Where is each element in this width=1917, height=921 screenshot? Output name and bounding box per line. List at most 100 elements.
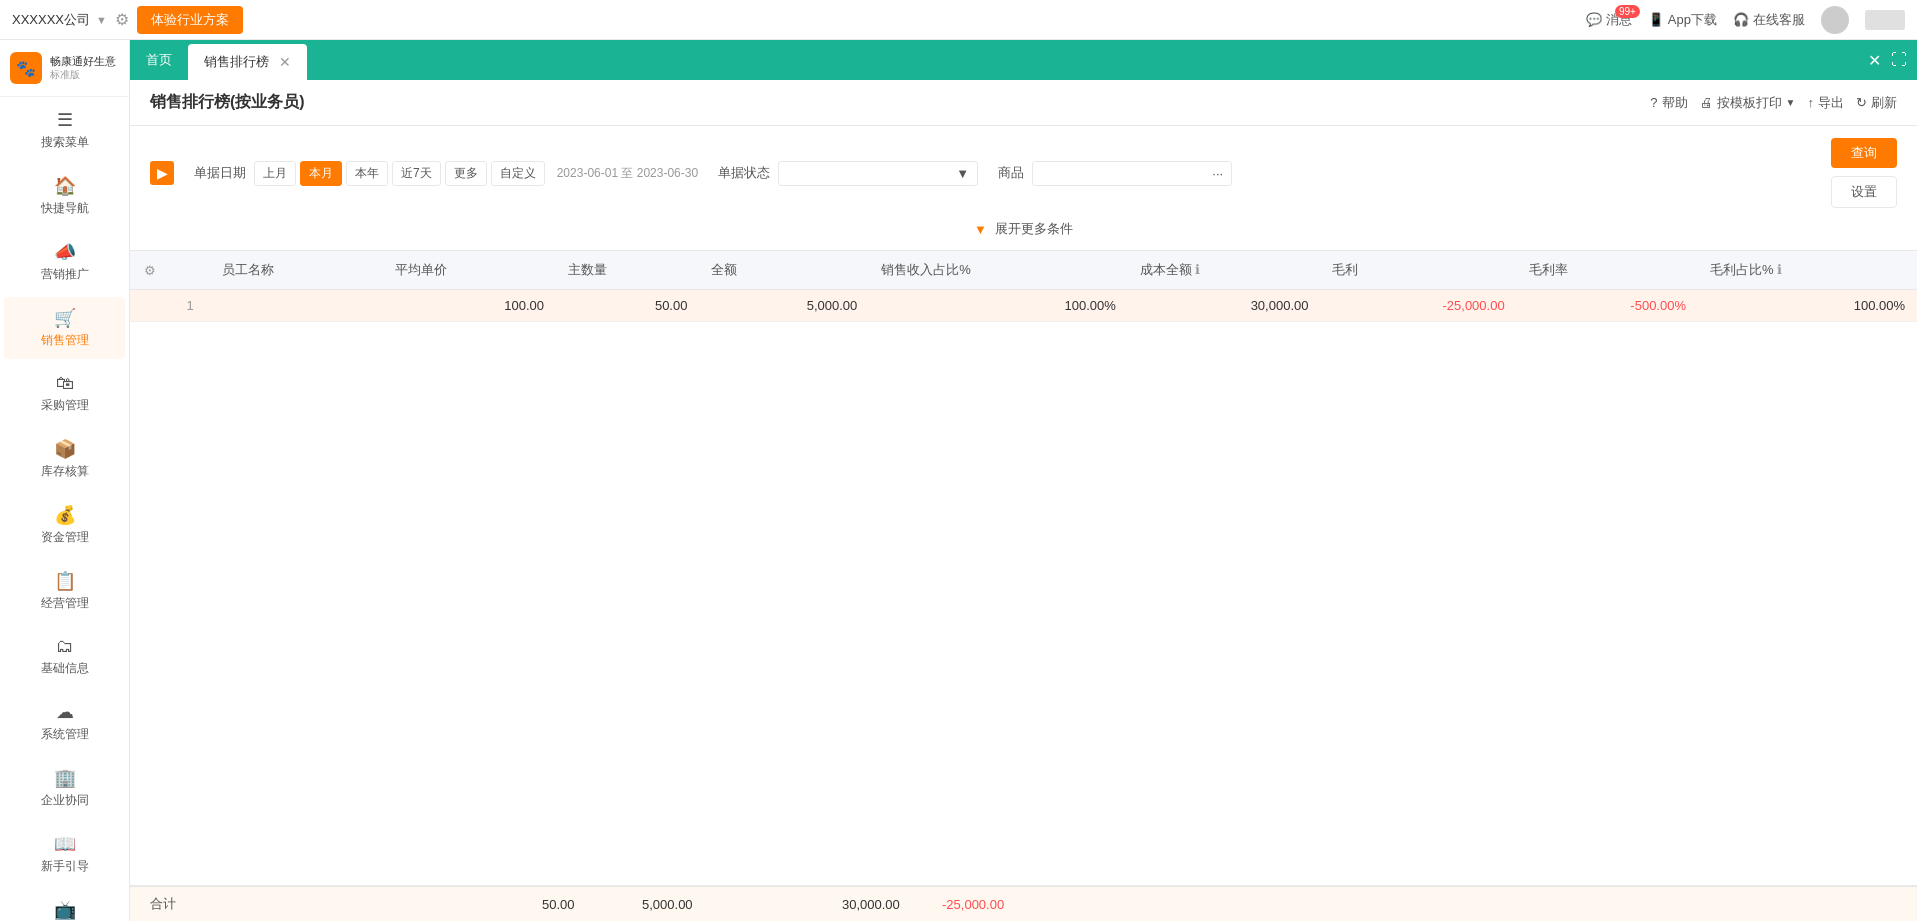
filter-expand-btn[interactable]: ▶ xyxy=(150,161,174,185)
tab-fullscreen-icon[interactable]: ⛶ xyxy=(1891,51,1907,69)
table-area: ⚙ 员工名称 平均单价 主数量 全额 销售收入占比% 成本全额 ℹ xyxy=(130,251,1917,885)
company-name: XXXXXX公司 xyxy=(12,11,90,29)
export-btn[interactable]: ↑ 导出 xyxy=(1808,94,1845,112)
table-row: 1 100.00 50.00 5,000.00 100.00% 30,000.0… xyxy=(130,290,1917,322)
col-gross-pct: 毛利占比% ℹ xyxy=(1698,251,1917,290)
sidebar-item-label: 销售管理 xyxy=(41,332,89,349)
sidebar: 🐾 畅康通好生意 标准版 ☰ 搜索菜单 🏠 快捷导航 📣 营销推广 🛒 销售管理… xyxy=(0,40,130,921)
row-gross-pct: 100.00% xyxy=(1698,290,1917,322)
date-options: 上月 本月 本年 近7天 更多 自定义 xyxy=(254,161,545,186)
cost-info-icon[interactable]: ℹ xyxy=(1195,262,1200,277)
purchase-icon: 🛍 xyxy=(56,373,74,394)
goods-select[interactable]: ··· xyxy=(1032,161,1232,186)
basic-info-icon: 🗂 xyxy=(56,636,74,657)
help-btn[interactable]: ? 帮助 xyxy=(1650,94,1687,112)
row-avg-price: 100.00 xyxy=(383,290,556,322)
message-btn[interactable]: 💬 消息 99+ xyxy=(1586,11,1632,29)
row-amount: 5,000.00 xyxy=(699,290,869,322)
company-dropdown-icon[interactable]: ▼ xyxy=(96,14,107,26)
print-btn[interactable]: 🖨 按模板打印 ▼ xyxy=(1700,94,1796,112)
trial-btn[interactable]: 体验行业方案 xyxy=(137,6,243,34)
col-gross: 毛利 xyxy=(1320,251,1516,290)
sidebar-item-enterprise[interactable]: 🏢 企业协同 xyxy=(4,757,125,819)
topbar-settings-icon[interactable]: ⚙ xyxy=(115,10,129,29)
page-title: 销售排行榜(按业务员) xyxy=(150,92,305,113)
status-select[interactable]: ▼ xyxy=(778,161,978,186)
tab-sales-ranking[interactable]: 销售排行榜 ✕ xyxy=(188,44,307,80)
user-avatar[interactable] xyxy=(1821,6,1849,34)
page-header-actions: ? 帮助 🖨 按模板打印 ▼ ↑ 导出 ↻ 刷新 xyxy=(1650,94,1897,112)
row-expand[interactable] xyxy=(130,290,170,322)
message-badge: 99+ xyxy=(1615,5,1640,18)
sidebar-item-guide[interactable]: 📖 新手引导 xyxy=(4,823,125,885)
app-download-btn[interactable]: 📱 App下载 xyxy=(1648,11,1717,29)
sidebar-item-basic-info[interactable]: 🗂 基础信息 xyxy=(4,626,125,687)
expand-more-label: 展开更多条件 xyxy=(995,220,1073,238)
expand-down-icon: ▼ xyxy=(974,222,987,237)
col-rank xyxy=(170,251,210,290)
sidebar-item-label: 基础信息 xyxy=(41,660,89,677)
sidebar-item-label: 企业协同 xyxy=(41,792,89,809)
sidebar-item-purchase[interactable]: 🛍 采购管理 xyxy=(4,363,125,424)
page-content: 销售排行榜(按业务员) ? 帮助 🖨 按模板打印 ▼ ↑ 导出 xyxy=(130,80,1917,921)
sidebar-item-finance[interactable]: 💰 资金管理 xyxy=(4,494,125,556)
tab-close-icon[interactable]: ✕ xyxy=(279,54,291,70)
query-btn[interactable]: 查询 xyxy=(1831,138,1897,168)
gross-pct-info-icon[interactable]: ℹ xyxy=(1777,262,1782,277)
search-order-icon: ☰ xyxy=(57,109,73,131)
row-main-qty: 50.00 xyxy=(556,290,699,322)
finance-icon: 💰 xyxy=(54,504,76,526)
goods-filter-label: 商品 xyxy=(998,164,1024,182)
company-selector[interactable]: XXXXXX公司 ▼ xyxy=(12,11,107,29)
row-employee-name xyxy=(210,290,383,322)
sidebar-item-inventory[interactable]: 📦 库存核算 xyxy=(4,428,125,490)
col-employee-name: 员工名称 xyxy=(210,251,383,290)
footer-gross: -25,000.00 xyxy=(930,897,1030,912)
system-icon: ☁ xyxy=(56,701,74,723)
settings-btn[interactable]: 设置 xyxy=(1831,176,1897,208)
sidebar-item-marketing[interactable]: 📣 营销推广 xyxy=(4,231,125,293)
footer-empty-1 xyxy=(230,897,330,912)
sidebar-item-quick-nav[interactable]: 🏠 快捷导航 xyxy=(4,165,125,227)
filter-date-item: 单据日期 上月 本月 本年 近7天 更多 自定义 2023-06-01 至 20… xyxy=(194,161,698,186)
filter-area: ▶ 单据日期 上月 本月 本年 近7天 更多 自定义 2023-06-01 至 … xyxy=(130,126,1917,251)
marketing-icon: 📣 xyxy=(54,241,76,263)
table-footer: 合计 50.00 5,000.00 30,000.00 -25,000.00 xyxy=(130,885,1917,921)
tab-close-all-icon[interactable]: ✕ xyxy=(1868,51,1881,70)
online-service-btn[interactable]: 🎧 在线客服 xyxy=(1733,11,1805,29)
row-cost: 30,000.00 xyxy=(1128,290,1321,322)
sidebar-item-label: 采购管理 xyxy=(41,397,89,414)
date-year-btn[interactable]: 本年 xyxy=(346,161,388,186)
refresh-btn[interactable]: ↻ 刷新 xyxy=(1856,94,1897,112)
message-icon: 💬 xyxy=(1586,12,1602,27)
date-custom-btn[interactable]: 自定义 xyxy=(491,161,545,186)
sidebar-item-label: 营销推广 xyxy=(41,266,89,283)
user-name[interactable] xyxy=(1865,10,1905,30)
sidebar-item-operations[interactable]: 📋 经营管理 xyxy=(4,560,125,622)
expand-more-btn[interactable]: ▼ 展开更多条件 xyxy=(974,220,1073,238)
footer-empty-3 xyxy=(430,897,530,912)
sidebar-item-system[interactable]: ☁ 系统管理 xyxy=(4,691,125,753)
col-settings: ⚙ xyxy=(130,251,170,290)
col-settings-icon[interactable]: ⚙ xyxy=(144,263,156,278)
tab-home[interactable]: 首页 xyxy=(130,40,188,80)
col-main-qty: 主数量 xyxy=(556,251,699,290)
tab-home-label: 首页 xyxy=(146,51,172,69)
date-prev-month-btn[interactable]: 上月 xyxy=(254,161,296,186)
date-curr-month-btn[interactable]: 本月 xyxy=(300,161,342,186)
footer-cost: 30,000.00 xyxy=(830,897,930,912)
sidebar-item-sales[interactable]: 🛒 销售管理 xyxy=(4,297,125,359)
date-more-btn[interactable]: 更多 xyxy=(445,161,487,186)
sidebar-item-label: 快捷导航 xyxy=(41,200,89,217)
footer-label: 合计 xyxy=(150,895,230,913)
logo-text: 畅康通好生意 xyxy=(50,54,116,68)
table-wrap: ⚙ 员工名称 平均单价 主数量 全额 销售收入占比% 成本全额 ℹ xyxy=(130,251,1917,322)
filter-row-1: ▶ 单据日期 上月 本月 本年 近7天 更多 自定义 2023-06-01 至 … xyxy=(150,138,1897,208)
sidebar-item-search-order[interactable]: ☰ 搜索菜单 xyxy=(4,99,125,161)
col-amount: 全额 xyxy=(699,251,869,290)
row-gross-rate: -500.00% xyxy=(1517,290,1698,322)
sidebar-logo: 🐾 畅康通好生意 标准版 xyxy=(0,40,129,97)
print-dropdown-icon: ▼ xyxy=(1786,97,1796,108)
sidebar-item-app-center[interactable]: 📺 应用中心 xyxy=(4,889,125,921)
date-7days-btn[interactable]: 近7天 xyxy=(392,161,441,186)
